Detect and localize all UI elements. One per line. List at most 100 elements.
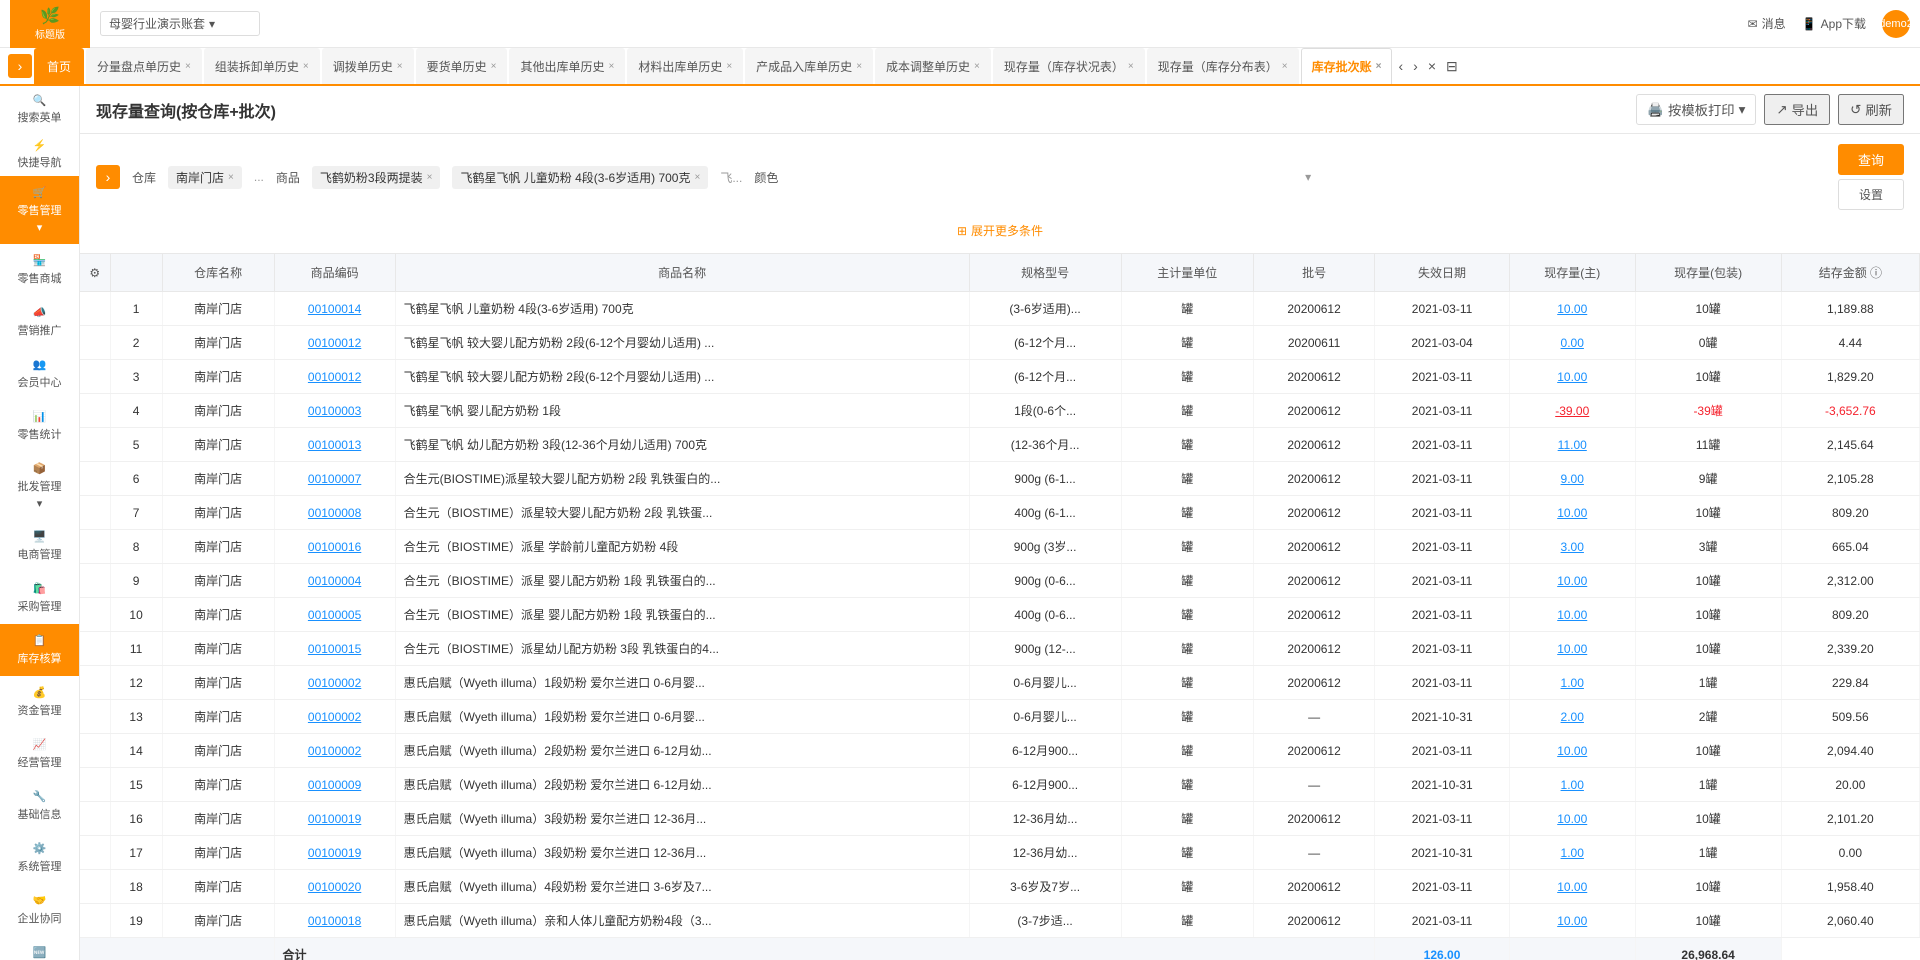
- row-qty-main[interactable]: 10.00: [1509, 598, 1635, 632]
- sidebar-item-ecom[interactable]: 🖥️ 电商管理: [0, 520, 79, 572]
- row-qty-main[interactable]: 3.00: [1509, 530, 1635, 564]
- expand-conditions[interactable]: ⊞ 展开更多条件: [96, 218, 1904, 243]
- row-qty-main[interactable]: 1.00: [1509, 768, 1635, 802]
- tab-7[interactable]: 产成品入库单历史 ×: [745, 48, 873, 84]
- settings-button[interactable]: 设置: [1838, 179, 1904, 210]
- row-qty-main[interactable]: 1.00: [1509, 666, 1635, 700]
- sidebar-item-stats[interactable]: 📊 零售统计: [0, 400, 79, 452]
- tab-close-11[interactable]: ×: [1376, 61, 1382, 72]
- row-code[interactable]: 00100016: [274, 530, 395, 564]
- tab-close-5[interactable]: ×: [608, 61, 614, 72]
- row-qty-main[interactable]: 10.00: [1509, 292, 1635, 326]
- sidebar-nav[interactable]: ⚡ 快捷导航: [0, 133, 79, 176]
- row-code[interactable]: 00100020: [274, 870, 395, 904]
- tab-minimize[interactable]: ⊟: [1442, 58, 1462, 75]
- query-button[interactable]: 查询: [1838, 144, 1904, 175]
- tab-close-7[interactable]: ×: [856, 61, 862, 72]
- row-qty-main[interactable]: -39.00: [1509, 394, 1635, 428]
- row-code[interactable]: 00100019: [274, 836, 395, 870]
- tab-3[interactable]: 调拨单历史 ×: [322, 48, 414, 84]
- sidebar-item-finance[interactable]: 💰 资金管理: [0, 676, 79, 728]
- row-code[interactable]: 00100003: [274, 394, 395, 428]
- row-qty-main[interactable]: 0.00: [1509, 326, 1635, 360]
- row-code[interactable]: 00100004: [274, 564, 395, 598]
- tab-8[interactable]: 成本调整单历史 ×: [875, 48, 991, 84]
- sidebar-item-guide[interactable]: 🆕 新手引导: [0, 936, 79, 960]
- product-more[interactable]: 飞...: [720, 169, 742, 186]
- filter-expand-btn[interactable]: ›: [96, 165, 120, 189]
- row-qty-main[interactable]: 10.00: [1509, 870, 1635, 904]
- row-code[interactable]: 00100012: [274, 360, 395, 394]
- tab-6[interactable]: 材料出库单历史 ×: [627, 48, 743, 84]
- tab-10[interactable]: 现存量（库存分布表） ×: [1147, 48, 1299, 84]
- tab-2[interactable]: 组装拆卸单历史 ×: [204, 48, 320, 84]
- row-code[interactable]: 00100002: [274, 700, 395, 734]
- sidebar-item-sys[interactable]: ⚙️ 系统管理: [0, 832, 79, 884]
- row-code[interactable]: 00100019: [274, 802, 395, 836]
- sidebar-item-inventory[interactable]: 📋 库存核算: [0, 624, 79, 676]
- tab-close-4[interactable]: ×: [491, 61, 497, 72]
- tab-close-3[interactable]: ×: [397, 61, 403, 72]
- sidebar-item-retail[interactable]: 🛒 零售管理 ▾: [0, 176, 79, 244]
- sidebar-item-purchase[interactable]: 🛍️ 采购管理: [0, 572, 79, 624]
- row-qty-main[interactable]: 10.00: [1509, 632, 1635, 666]
- row-code[interactable]: 00100002: [274, 734, 395, 768]
- sidebar-item-wholesale[interactable]: 📦 批发管理 ▾: [0, 452, 79, 520]
- row-qty-main[interactable]: 10.00: [1509, 904, 1635, 938]
- avatar[interactable]: demo2: [1882, 10, 1910, 38]
- tab-11[interactable]: 库存批次账 ×: [1301, 48, 1393, 84]
- tab-home[interactable]: 首页: [34, 48, 84, 84]
- tab-1[interactable]: 分量盘点单历史 ×: [86, 48, 202, 84]
- print-button[interactable]: 🖨️ 按模板打印 ▾: [1636, 94, 1756, 125]
- app-download-btn[interactable]: 📱 App下载: [1802, 15, 1866, 32]
- tab-close-10[interactable]: ×: [1282, 61, 1288, 72]
- row-code[interactable]: 00100014: [274, 292, 395, 326]
- tab-4[interactable]: 要货单历史 ×: [416, 48, 508, 84]
- tab-nav-left[interactable]: ‹: [1394, 58, 1407, 74]
- org-selector[interactable]: 母婴行业演示账套 ▾: [100, 11, 260, 36]
- tab-9[interactable]: 现存量（库存状况表） ×: [993, 48, 1145, 84]
- warehouse-more[interactable]: ...: [254, 170, 264, 184]
- row-qty-main[interactable]: 10.00: [1509, 734, 1635, 768]
- sidebar-item-mall[interactable]: 🏪 零售商城: [0, 244, 79, 296]
- tab-expand-btn[interactable]: ›: [8, 54, 32, 78]
- tab-5[interactable]: 其他出库单历史 ×: [509, 48, 625, 84]
- tab-close-1[interactable]: ×: [185, 61, 191, 72]
- sidebar-item-base[interactable]: 🔧 基础信息: [0, 780, 79, 832]
- row-qty-main[interactable]: 11.00: [1509, 428, 1635, 462]
- refresh-button[interactable]: ↺ 刷新: [1838, 94, 1904, 125]
- row-code[interactable]: 00100018: [274, 904, 395, 938]
- sidebar-item-marketing[interactable]: 📣 营销推广: [0, 296, 79, 348]
- row-qty-main[interactable]: 1.00: [1509, 836, 1635, 870]
- product-tag-2-close[interactable]: ×: [694, 172, 700, 183]
- row-qty-main[interactable]: 2.00: [1509, 700, 1635, 734]
- row-code[interactable]: 00100005: [274, 598, 395, 632]
- row-code[interactable]: 00100015: [274, 632, 395, 666]
- sidebar-item-biz[interactable]: 📈 经营管理: [0, 728, 79, 780]
- warehouse-tag-close[interactable]: ×: [228, 172, 234, 183]
- tab-close-9[interactable]: ×: [1128, 61, 1134, 72]
- tab-close-2[interactable]: ×: [303, 61, 309, 72]
- row-code[interactable]: 00100007: [274, 462, 395, 496]
- row-qty-main[interactable]: 10.00: [1509, 802, 1635, 836]
- sidebar-item-members[interactable]: 👥 会员中心: [0, 348, 79, 400]
- row-qty-main[interactable]: 10.00: [1509, 564, 1635, 598]
- row-code[interactable]: 00100002: [274, 666, 395, 700]
- row-qty-main[interactable]: 9.00: [1509, 462, 1635, 496]
- msg-btn[interactable]: ✉ 消息: [1748, 15, 1786, 32]
- tab-nav-right[interactable]: ›: [1409, 58, 1422, 74]
- sidebar-item-collab[interactable]: 🤝 企业协同: [0, 884, 79, 936]
- color-arrow[interactable]: ▾: [1305, 170, 1311, 184]
- tab-close-6[interactable]: ×: [726, 61, 732, 72]
- tab-close-8[interactable]: ×: [974, 61, 980, 72]
- export-button[interactable]: ↗ 导出: [1764, 94, 1830, 125]
- row-code[interactable]: 00100008: [274, 496, 395, 530]
- row-qty-main[interactable]: 10.00: [1509, 496, 1635, 530]
- row-code[interactable]: 00100013: [274, 428, 395, 462]
- tab-close-all[interactable]: ×: [1424, 58, 1440, 74]
- sidebar-search[interactable]: 🔍 搜索英单: [0, 86, 79, 133]
- row-code[interactable]: 00100012: [274, 326, 395, 360]
- product-tag-1-close[interactable]: ×: [427, 172, 433, 183]
- row-code[interactable]: 00100009: [274, 768, 395, 802]
- row-qty-main[interactable]: 10.00: [1509, 360, 1635, 394]
